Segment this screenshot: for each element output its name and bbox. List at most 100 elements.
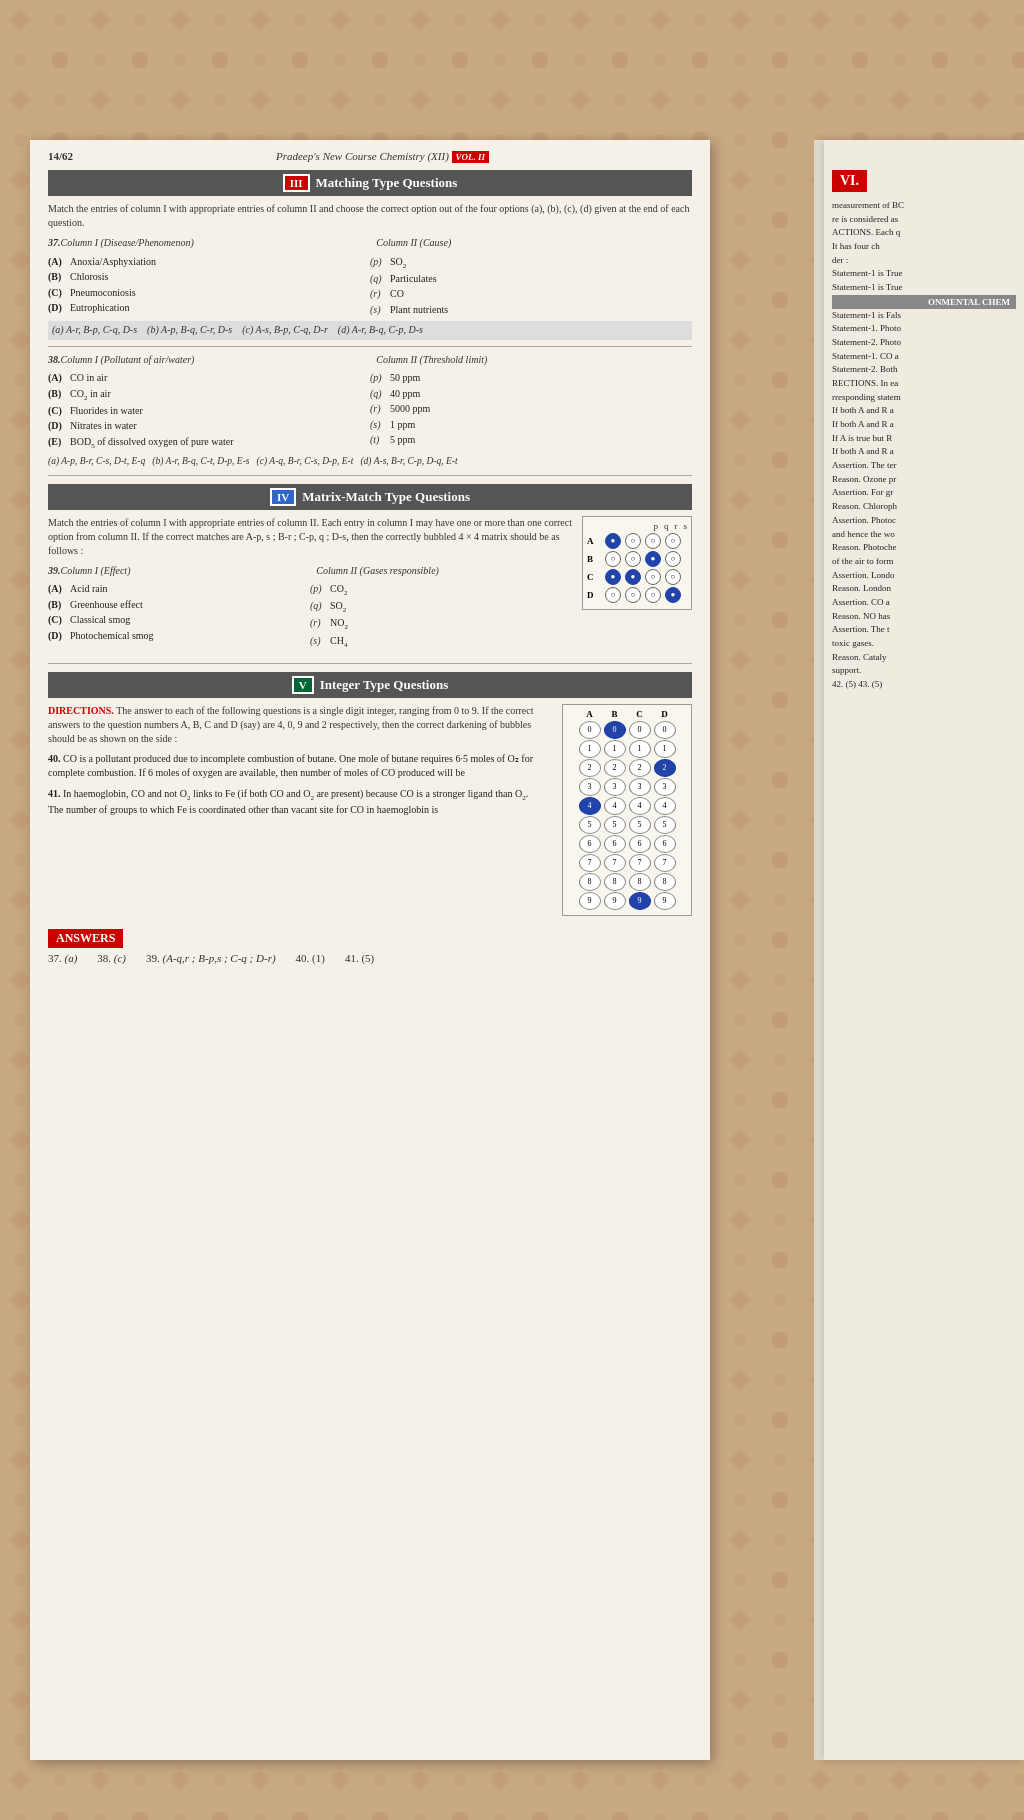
int-row-3: 3333: [567, 778, 687, 796]
q38-p: (p) 50 ppm: [370, 371, 692, 386]
q37-b: (B) Chlorosis: [48, 270, 370, 285]
q38-q: (q) 40 ppm: [370, 387, 692, 402]
int-bubble-B-9: 9: [604, 892, 626, 910]
int-bubble-B-6: 6: [604, 835, 626, 853]
q37-headers: 37. Column I (Disease/Phenomenon) Column…: [48, 236, 692, 251]
book-title: Pradeep's New Course Chemistry (XII) VOL…: [73, 150, 692, 162]
q39-col2: (p) CO2 (q) SO2 (r) NO2 (s): [310, 581, 572, 651]
q38-d: (D) Nitrates in water: [48, 419, 370, 434]
answer-37: 37. (a): [48, 952, 77, 964]
bubble-A-q: ○: [625, 533, 641, 549]
section4-num: IV: [270, 488, 296, 506]
section3-num: III: [283, 174, 310, 192]
right-item-9: Statement-1. Photo: [832, 323, 1016, 335]
q39-col1-header: Column I (Effect): [61, 564, 317, 579]
answers-row: 37. (a) 38. (c) 39. (A-q,r ; B-p,s ; C-q…: [48, 952, 692, 964]
bubble-C-s: ○: [665, 569, 681, 585]
q38-b: (B) CO2 in air: [48, 387, 370, 403]
int-bubble-C-7: 7: [629, 854, 651, 872]
section5-directions: DIRECTIONS. The answer to each of the fo…: [48, 704, 544, 746]
int-bubble-A-5: 5: [579, 816, 601, 834]
q37-c: (C) Pneumoconiosis: [48, 286, 370, 301]
int-bubble-D-8: 8: [654, 873, 676, 891]
right-item-0: measurement of BC: [832, 200, 1016, 212]
q38-s: (s) 1 ppm: [370, 418, 692, 433]
right-item-34: support.: [832, 665, 1016, 677]
q39-headers: 39. Column I (Effect) Column II (Gases r…: [48, 564, 572, 579]
bubble-row-A: A ● ○ ○ ○: [587, 533, 687, 549]
right-item-23: Assertion. Photoc: [832, 515, 1016, 527]
int-bubble-B-3: 3: [604, 778, 626, 796]
int-bubble-C-0: 0: [629, 721, 651, 739]
book-page: 14/62 Pradeep's New Course Chemistry (XI…: [30, 140, 710, 1760]
q38-a: (A) CO in air: [48, 371, 370, 386]
right-item-32: toxic gases.: [832, 638, 1016, 650]
right-item-19: Assertion. The ter: [832, 460, 1016, 472]
bubble-B-r: ●: [645, 551, 661, 567]
section4-title: Matrix-Match Type Questions: [302, 489, 470, 505]
q39-col1: (A) Acid rain (B) Greenhouse effect (C) …: [48, 581, 310, 651]
int-row-0: 0000: [567, 721, 687, 739]
int-bubble-C-1: 1: [629, 740, 651, 758]
q37-options-row: (A) Anoxia/Asphyxiation (B) Chlorosis (C…: [48, 254, 692, 319]
q37-a: (A) Anoxia/Asphyxiation: [48, 255, 370, 270]
int-bubble-B-8: 8: [604, 873, 626, 891]
int-bubble-A-8: 8: [579, 873, 601, 891]
right-item-1: re is considered as: [832, 214, 1016, 226]
q37-col2: (p) SO2 (q) Particulates (r) CO (s) Plan…: [370, 254, 692, 319]
bubble-grid: p q r s A ● ○ ○ ○ B ○ ○ ●: [582, 516, 692, 610]
q41-text: In haemoglobin, CO and not O2 links to F…: [48, 788, 528, 815]
bubble-row-D: D ○ ○ ○ ●: [587, 587, 687, 603]
int-bubble-B-4: 4: [604, 797, 626, 815]
q39-number: 39.: [48, 564, 61, 579]
int-row-6: 6666: [567, 835, 687, 853]
int-bubble-C-3: 3: [629, 778, 651, 796]
q37-d: (D) Eutrophication: [48, 301, 370, 316]
int-bubble-D-6: 6: [654, 835, 676, 853]
answer-40: 40. (1): [296, 952, 325, 964]
int-bubble-A-1: 1: [579, 740, 601, 758]
answers-label: ANSWERS: [48, 929, 123, 948]
q37-s: (s) Plant nutrients: [370, 303, 692, 318]
int-row-7: 7777: [567, 854, 687, 872]
right-item-8: Statement-1 is Fals: [832, 310, 1016, 322]
right-item-21: Assertion. For gr: [832, 487, 1016, 499]
q39-r: (r) NO2: [310, 616, 572, 632]
answer-41: 41. (5): [345, 952, 374, 964]
integer-bubble-grid: A B C D 00001111222233334444555566667777…: [562, 704, 692, 916]
bubble-row-B: B ○ ○ ● ○: [587, 551, 687, 567]
divider-3: [48, 663, 692, 664]
q39-p: (p) CO2: [310, 582, 572, 598]
q39-q: (q) SO2: [310, 599, 572, 615]
int-bubble-D-3: 3: [654, 778, 676, 796]
q37-p: (p) SO2: [370, 255, 692, 271]
int-bubble-B-0: 0: [604, 721, 626, 739]
int-bubble-A-4: 4: [579, 797, 601, 815]
section5-content: DIRECTIONS. The answer to each of the fo…: [48, 704, 692, 916]
question-41: 41. In haemoglobin, CO and not O2 links …: [48, 787, 544, 818]
bubble-A-s: ○: [665, 533, 681, 549]
int-bubble-A-9: 9: [579, 892, 601, 910]
section4-directions: Match the entries of column I with appro…: [48, 516, 572, 558]
answer-38: 38. (c): [97, 952, 126, 964]
right-item-20: Reason. Ozone pr: [832, 474, 1016, 486]
right-item-5: Statement-1 is True: [832, 268, 1016, 280]
right-item-3: It has four ch: [832, 241, 1016, 253]
bubble-C-q: ●: [625, 569, 641, 585]
right-item-28: Reason. London: [832, 583, 1016, 595]
q40-text: CO is a pollutant produced due to incomp…: [48, 753, 533, 779]
q37-number: 37.: [48, 236, 61, 251]
int-row-1: 1111: [567, 740, 687, 758]
int-bubble-D-1: 1: [654, 740, 676, 758]
q38-r: (r) 5000 ppm: [370, 402, 692, 417]
vi-badge: VI.: [832, 170, 867, 192]
q38-headers: 38. Column I (Pollutant of air/water) Co…: [48, 353, 692, 368]
right-item-13: RECTIONS. In ea: [832, 378, 1016, 390]
right-items-container: measurement of BCre is considered asACTI…: [832, 200, 1016, 691]
int-bubble-B-2: 2: [604, 759, 626, 777]
section5-header: V Integer Type Questions: [48, 672, 692, 698]
int-bubble-B-7: 7: [604, 854, 626, 872]
int-bubble-B-1: 1: [604, 740, 626, 758]
right-item-10: Statement-2. Photo: [832, 337, 1016, 349]
bubble-grid-header: p q r s: [587, 521, 687, 531]
